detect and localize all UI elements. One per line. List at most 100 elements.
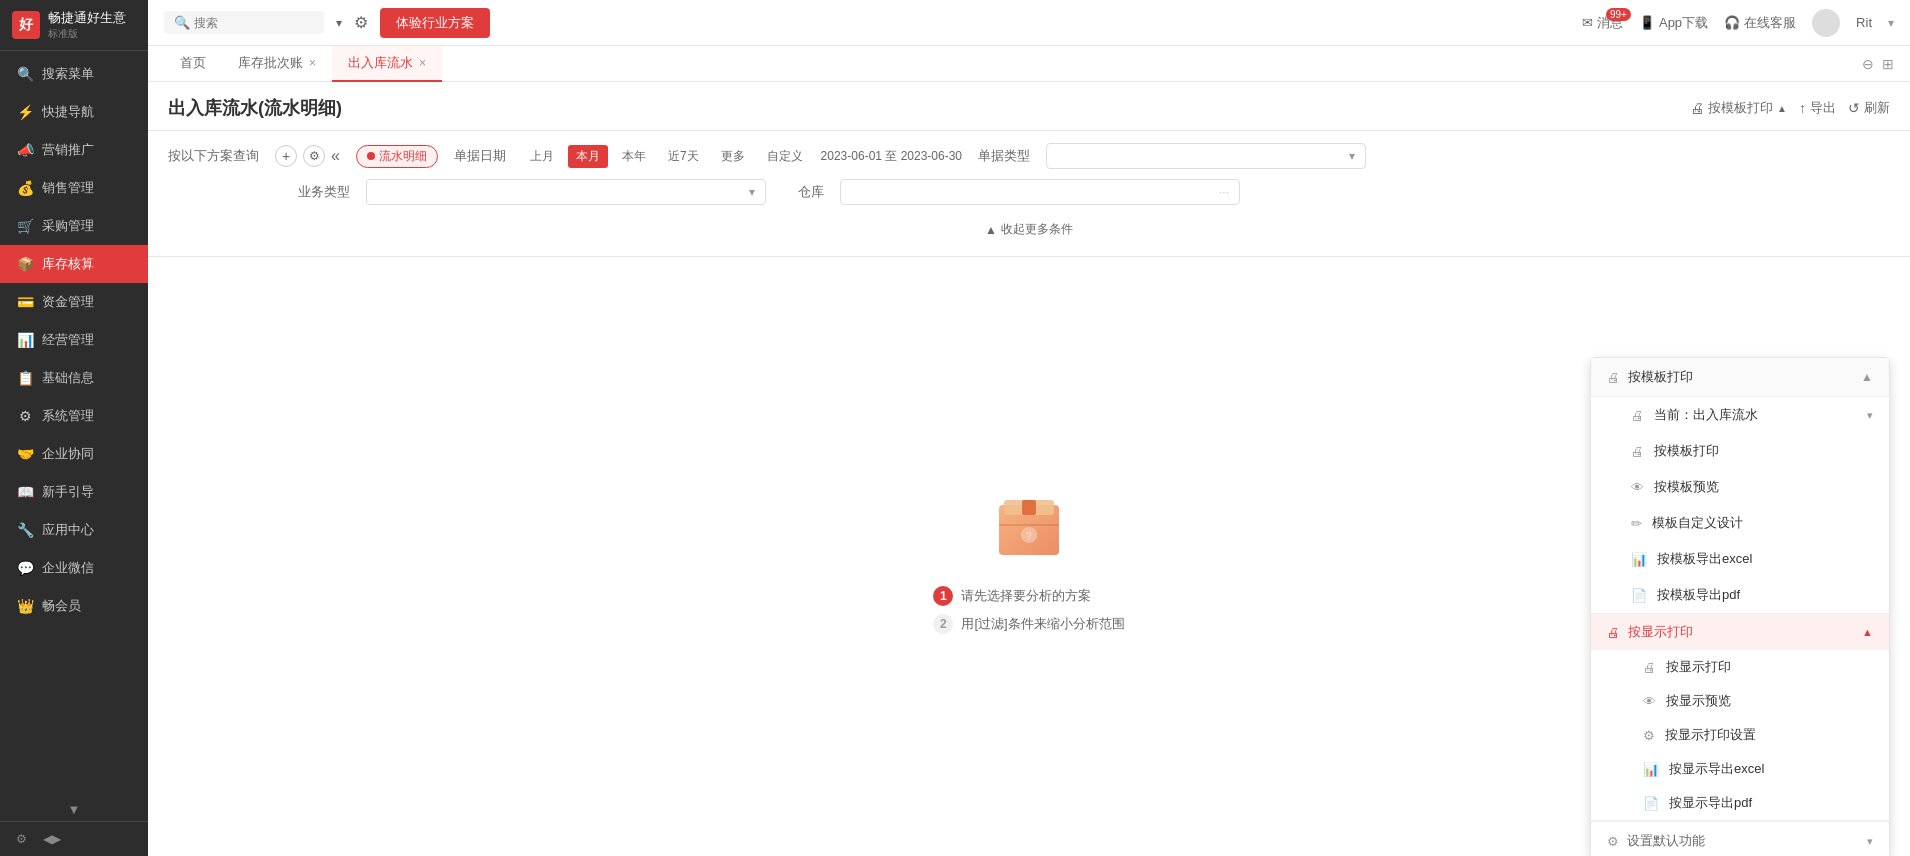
sidebar-item-system[interactable]: ⚙ 系统管理 [0,397,148,435]
sidebar-settings-btn[interactable]: ⚙ [16,832,27,846]
display-print-btn[interactable]: 🖨 按显示打印 [1591,650,1889,684]
date-option-this-month[interactable]: 本月 [568,145,608,168]
collapse-more-btn[interactable]: ▲ 收起更多条件 [168,215,1890,244]
username: Rit [1856,15,1872,30]
sidebar-item-shortcut[interactable]: ⚡ 快捷导航 [0,93,148,131]
sidebar-item-management[interactable]: 📊 经营管理 [0,321,148,359]
template-design-btn[interactable]: ✏ 模板自定义设计 [1591,505,1889,541]
filter-row-1: 按以下方案查询 + ⚙ « 流水明细 单据日期 上月 本月 本年 近7天 更多 [168,143,1890,169]
date-filter: 上月 本月 本年 近7天 更多 自定义 2023-06-01 至 2023-06… [522,145,962,168]
sidebar-item-basicinfo[interactable]: 📋 基础信息 [0,359,148,397]
display-settings-icon: ⚙ [1643,728,1655,743]
tab-inventory-batch[interactable]: 库存批次账 × [222,46,332,82]
wechat-icon: 💬 [16,560,34,576]
user-dropdown-icon[interactable]: ▾ [1888,16,1894,30]
display-preview-icon: 👁 [1643,694,1656,709]
sidebar-item-inventory[interactable]: 📦 库存核算 [0,245,148,283]
filter-tag[interactable]: 流水明细 [356,145,438,168]
template-export-pdf-btn[interactable]: 📄 按模板导出pdf [1591,577,1889,613]
topbar-search-box[interactable]: 🔍 [164,11,324,34]
display-export-pdf-btn[interactable]: 📄 按显示导出pdf [1591,786,1889,820]
date-option-custom[interactable]: 自定义 [759,145,811,168]
empty-state: ? 1 请先选择要分析的方案 2 用[过滤]条件来缩小分析范围 [933,480,1124,634]
date-option-more[interactable]: 更多 [713,145,753,168]
sidebar-item-sales[interactable]: 💰 销售管理 [0,169,148,207]
business-filter-input[interactable]: ▾ [366,179,766,205]
collapse-icon: ◀▶ [43,832,61,846]
tab-stock-flow[interactable]: 出入库流水 × [332,46,442,82]
topbar-dropdown-arrow[interactable]: ▾ [336,16,342,30]
dropdown-footer[interactable]: ⚙ 设置默认功能 ▾ [1591,821,1889,856]
topbar-gear-icon[interactable]: ⚙ [354,13,368,32]
type-filter-input[interactable]: ▾ [1046,143,1366,169]
warehouse-filter-input[interactable]: ··· [840,179,1240,205]
export-btn[interactable]: ↑ 导出 [1799,99,1836,117]
tab-close-inventory-batch[interactable]: × [309,56,316,70]
refresh-btn[interactable]: ↺ 刷新 [1848,99,1890,117]
warehouse-label: 仓库 [798,183,824,201]
search-icon: 🔍 [16,66,34,82]
online-service-btn[interactable]: 🎧 在线客服 [1724,14,1796,32]
tab-maximize-icon[interactable]: ⊞ [1882,56,1894,72]
sidebar-item-appcenter[interactable]: 🔧 应用中心 [0,511,148,549]
app-download-btn[interactable]: 📱 App下载 [1639,14,1708,32]
display-print-section-header[interactable]: 🖨 按显示打印 ▲ [1591,614,1889,650]
type-label: 单据类型 [978,147,1030,165]
trial-btn[interactable]: 体验行业方案 [380,8,490,38]
date-option-last-month[interactable]: 上月 [522,145,562,168]
template-print-icon: 🖨 [1631,444,1644,459]
dropdown-header-chevron[interactable]: ▲ [1861,370,1873,384]
avatar[interactable] [1812,9,1840,37]
template-export-excel-btn[interactable]: 📊 按模板导出excel [1591,541,1889,577]
page-title: 出入库流水(流水明细) [168,96,342,120]
template-print-btn[interactable]: 🖨 按模板打印 [1591,433,1889,469]
sidebar-item-wechat[interactable]: 💬 企业微信 [0,549,148,587]
sidebar-scroll-down[interactable]: ▼ [0,798,148,821]
sidebar-item-newguide[interactable]: 📖 新手引导 [0,473,148,511]
template-preview-btn[interactable]: 👁 按模板预览 [1591,469,1889,505]
tabs-bar: 首页 库存批次账 × 出入库流水 × ⊖ ⊞ [148,46,1910,82]
filter-settings-btn[interactable]: ⚙ [303,145,325,167]
content-area: ? 1 请先选择要分析的方案 2 用[过滤]条件来缩小分析范围 查询 设置 [148,257,1910,856]
topbar: 🔍 ▾ ⚙ 体验行业方案 ✉ 消息 99+ 📱 App下载 🎧 在线客服 [148,0,1910,46]
date-option-this-year[interactable]: 本年 [614,145,654,168]
sales-icon: 💰 [16,180,34,196]
tabs-controls: ⊖ ⊞ [1862,56,1894,72]
filter-add-btn[interactable]: + [275,145,297,167]
date-option-7days[interactable]: 近7天 [660,145,707,168]
type-dropdown-icon: ▾ [1349,149,1355,163]
sidebar-navigation: 🔍 搜索菜单 ⚡ 快捷导航 📣 营销推广 💰 销售管理 🛒 采购管理 📦 [0,51,148,798]
print-btn[interactable]: 🖨 按模板打印 ▲ [1690,99,1787,117]
template-design-icon: ✏ [1631,516,1642,531]
app-logo-icon: 好 [12,11,40,39]
sidebar-item-marketing[interactable]: 📣 营销推广 [0,131,148,169]
sidebar-logo: 好 畅捷通好生意 标准版 [0,0,148,51]
sidebar-item-finance[interactable]: 💳 资金管理 [0,283,148,321]
tab-home[interactable]: 首页 [164,46,222,82]
marketing-icon: 📣 [16,142,34,158]
refresh-icon: ↺ [1848,100,1860,116]
default-settings-icon: ⚙ [1607,834,1619,849]
dropdown-current-item[interactable]: 🖨 当前：出入库流水 ▾ [1591,397,1889,433]
tab-close-stock-flow[interactable]: × [419,56,426,70]
display-print-settings-btn[interactable]: ⚙ 按显示打印设置 [1591,718,1889,752]
system-icon: ⚙ [16,408,34,424]
sidebar-item-enterprise[interactable]: 🤝 企业协同 [0,435,148,473]
current-icon: 🖨 [1631,408,1644,423]
display-export-excel-btn[interactable]: 📊 按显示导出excel [1591,752,1889,786]
sidebar-item-search[interactable]: 🔍 搜索菜单 [0,55,148,93]
sidebar-collapse-btn[interactable]: ◀▶ [43,832,61,846]
sidebar-item-member[interactable]: 👑 畅会员 [0,587,148,625]
finance-icon: 💳 [16,294,34,310]
headset-icon: 🎧 [1724,15,1740,30]
tab-minimize-icon[interactable]: ⊖ [1862,56,1874,72]
page-header: 出入库流水(流水明细) 🖨 按模板打印 ▲ ↑ 导出 ↺ 刷新 [148,82,1910,131]
sidebar-item-purchase[interactable]: 🛒 采购管理 [0,207,148,245]
appcenter-icon: 🔧 [16,522,34,538]
search-input[interactable] [194,16,294,30]
filter-collapse-btn[interactable]: « [331,147,340,165]
empty-step-1: 1 请先选择要分析的方案 [933,586,1124,606]
display-preview-btn[interactable]: 👁 按显示预览 [1591,684,1889,718]
messages-btn[interactable]: ✉ 消息 99+ [1582,14,1623,32]
print-icon: 🖨 [1690,100,1704,116]
